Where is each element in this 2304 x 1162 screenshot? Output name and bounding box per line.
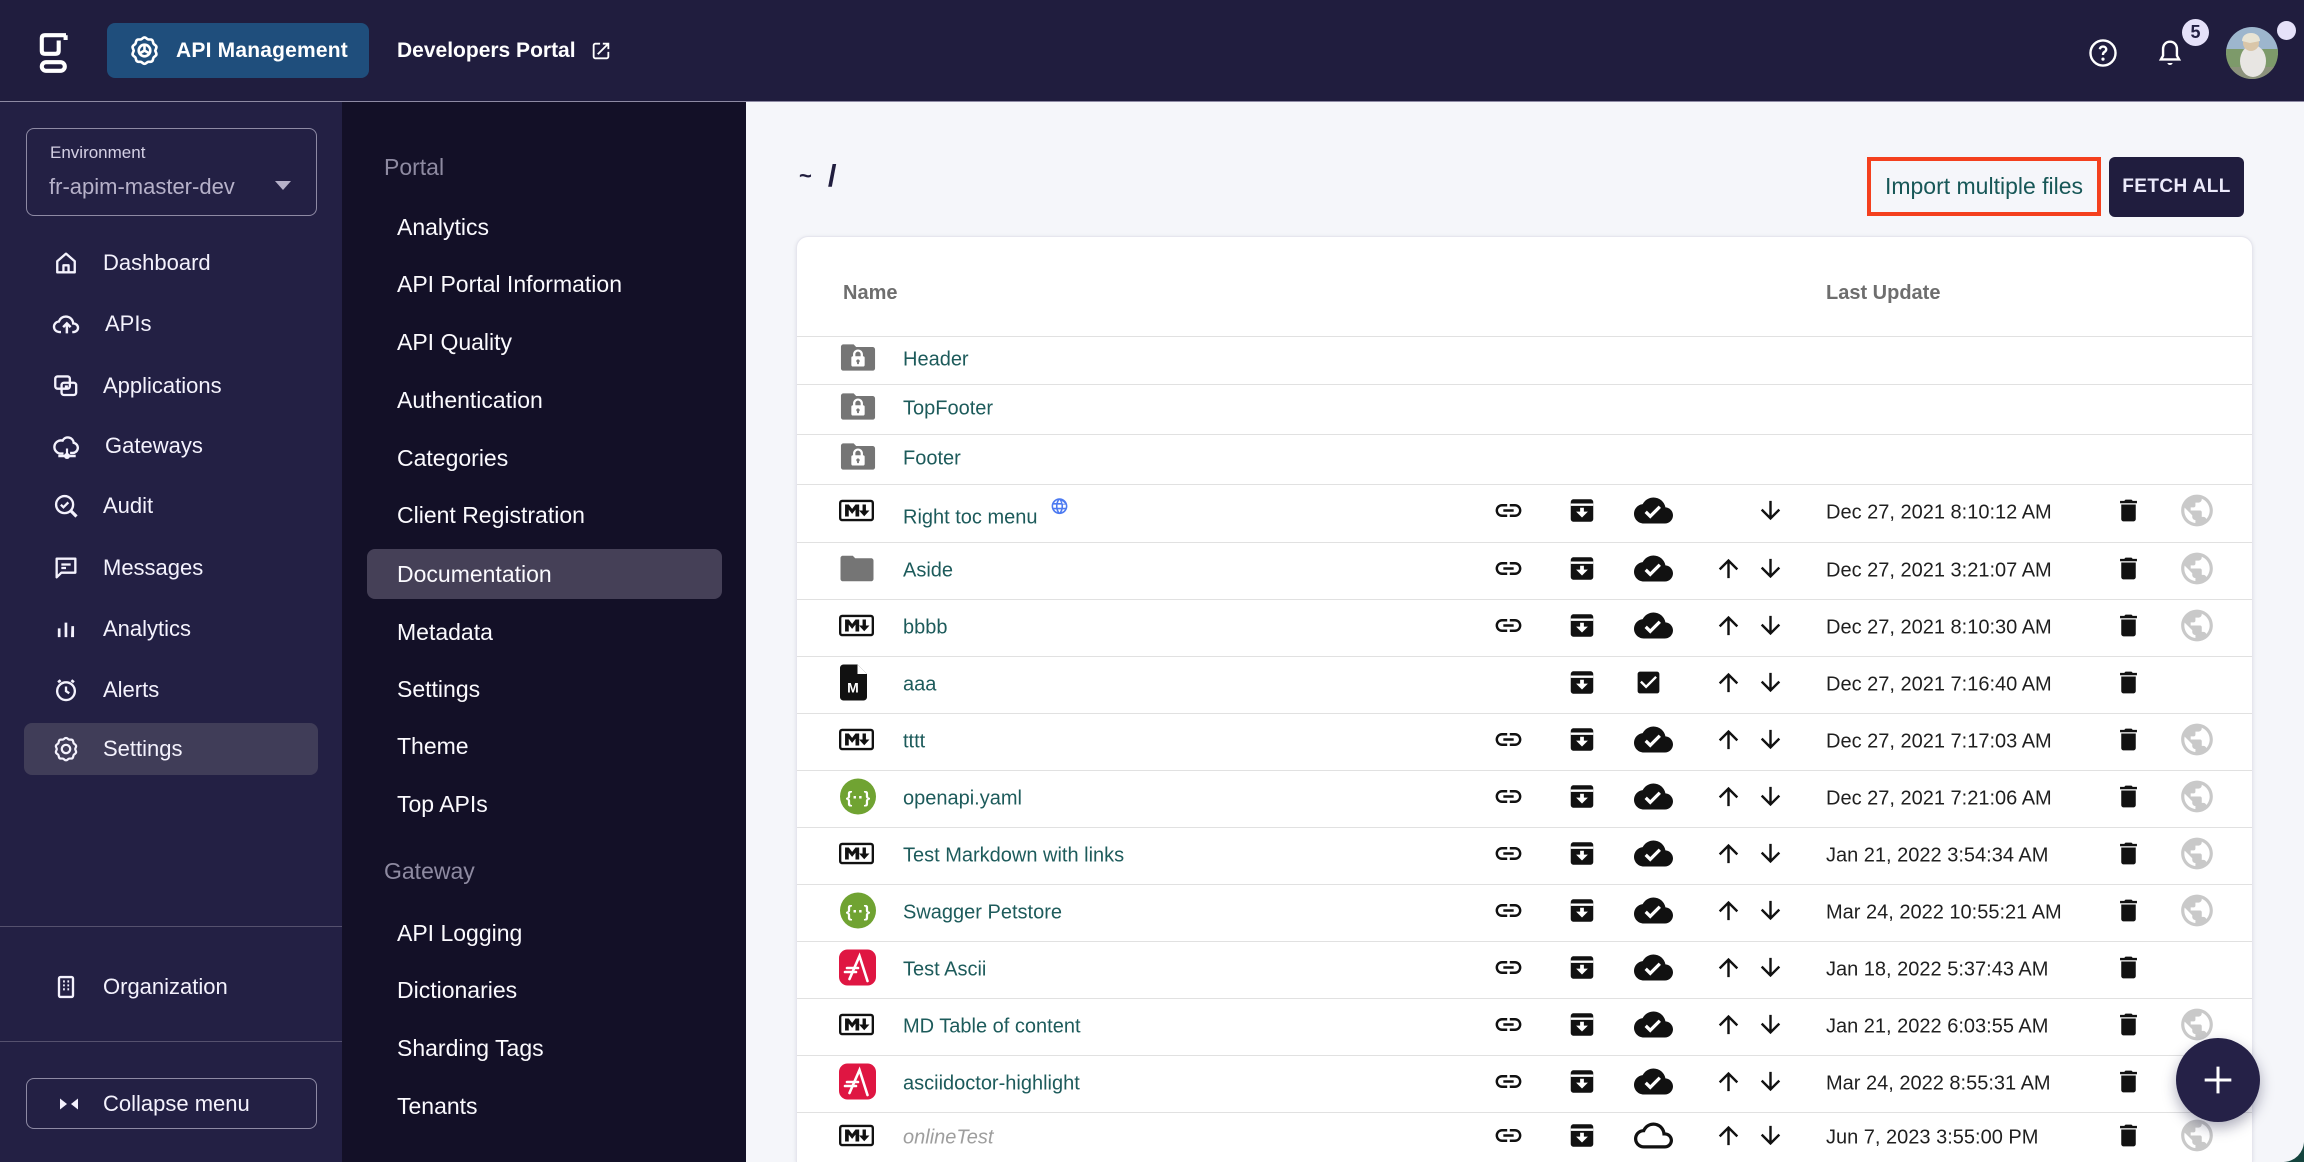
- svg-text:{··}: {··}: [846, 788, 871, 807]
- svg-text:M: M: [847, 679, 859, 695]
- svg-text:{··}: {··}: [846, 902, 871, 921]
